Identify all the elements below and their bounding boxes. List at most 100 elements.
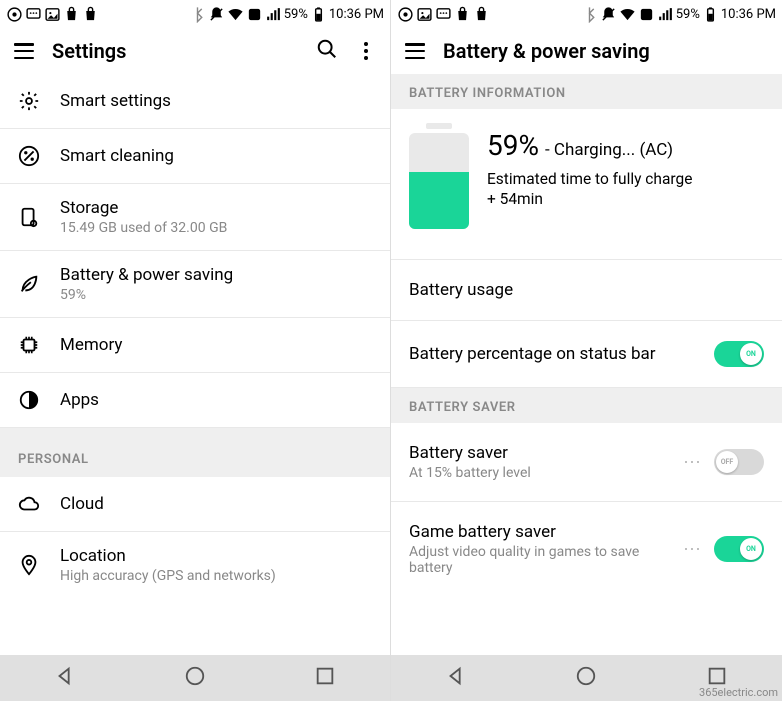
status-bar: 59% 10:36 PM — [0, 0, 390, 28]
store-icon-2 — [82, 6, 99, 23]
label: Location — [60, 546, 276, 566]
app-bar: Battery & power saving — [391, 28, 782, 74]
notification-icon — [397, 6, 414, 23]
nav-back-icon[interactable] — [54, 665, 76, 691]
hamburger-icon[interactable] — [14, 43, 34, 59]
notification-icon — [6, 6, 23, 23]
label: Memory — [60, 335, 122, 355]
row-battery-usage[interactable]: Battery usage — [391, 260, 782, 321]
time-text: 10:36 PM — [329, 7, 384, 22]
more-icon[interactable]: ⋯ — [683, 452, 702, 473]
sublabel: 59% — [60, 287, 233, 303]
page-title: Settings — [52, 39, 298, 63]
label: Smart cleaning — [60, 146, 174, 166]
status-right-icons: 59% 10:36 PM — [189, 6, 384, 23]
wifi-icon — [619, 6, 636, 23]
battery-content: BATTERY INFORMATION 59% - Charging... (A… — [391, 74, 782, 655]
label: Storage — [60, 198, 227, 218]
nav-recent-icon[interactable] — [314, 665, 336, 691]
toggle-game-battery-saver[interactable]: ON — [714, 536, 764, 562]
image-icon — [416, 6, 433, 23]
image-icon — [44, 6, 61, 23]
row-apps[interactable]: Apps — [0, 373, 390, 428]
mute-icon — [208, 6, 225, 23]
sublabel: High accuracy (GPS and networks) — [60, 568, 276, 584]
bluetooth-icon — [581, 6, 598, 23]
row-storage[interactable]: Storage 15.49 GB used of 32.00 GB — [0, 184, 390, 251]
label: Battery saver — [409, 443, 675, 463]
label: Game battery saver — [409, 522, 675, 542]
store-icon — [63, 6, 80, 23]
search-icon[interactable] — [316, 38, 338, 64]
row-pct-statusbar[interactable]: Battery percentage on status bar ON — [391, 321, 782, 388]
nav-bar — [0, 655, 390, 701]
bluetooth-icon — [189, 6, 206, 23]
row-battery-saver[interactable]: Battery saver At 15% battery level ⋯ OFF — [391, 423, 782, 502]
location-icon — [18, 554, 40, 576]
label: Apps — [60, 390, 99, 410]
estimate-line1: Estimated time to fully charge — [487, 170, 692, 188]
app-bar: Settings — [0, 28, 390, 74]
sms-icon — [25, 6, 42, 23]
row-smart-settings[interactable]: Smart settings — [0, 74, 390, 129]
status-bar: 59% 10:36 PM — [391, 0, 782, 28]
row-battery[interactable]: Battery & power saving 59% — [0, 251, 390, 318]
label: Smart settings — [60, 91, 171, 111]
row-location[interactable]: Location High accuracy (GPS and networks… — [0, 532, 390, 590]
section-battery-saver: BATTERY SAVER — [391, 388, 782, 423]
storage-icon — [18, 206, 40, 228]
label: Battery percentage on status bar — [409, 344, 706, 364]
apps-icon — [18, 389, 40, 411]
row-smart-cleaning[interactable]: Smart cleaning — [0, 129, 390, 184]
row-game-battery-saver[interactable]: Game battery saver Adjust video quality … — [391, 502, 782, 596]
battery-pct-text: 59% — [284, 7, 308, 22]
signal-icon — [265, 6, 282, 23]
status-left-icons — [397, 6, 490, 23]
nav-home-icon[interactable] — [184, 665, 206, 691]
percent-icon — [18, 145, 40, 167]
gear-icon — [18, 90, 40, 112]
page-title: Battery & power saving — [443, 39, 768, 63]
wifi-icon — [227, 6, 244, 23]
label: Battery usage — [409, 280, 756, 300]
leaf-icon — [18, 273, 40, 295]
label: Cloud — [60, 494, 104, 514]
battery-icon — [702, 6, 719, 23]
sms-icon — [435, 6, 452, 23]
toggle-battery-saver[interactable]: OFF — [714, 449, 764, 475]
toggle-knob: OFF — [716, 451, 738, 473]
row-memory[interactable]: Memory — [0, 318, 390, 373]
section-personal: PERSONAL — [0, 428, 390, 477]
data-icon — [638, 6, 655, 23]
row-cloud[interactable]: Cloud — [0, 477, 390, 532]
status-right-icons: 59% 10:36 PM — [581, 6, 776, 23]
status-left-icons — [6, 6, 99, 23]
screenshot-settings: 59% 10:36 PM Settings Smart settings Sma… — [0, 0, 391, 701]
settings-list: Smart settings Smart cleaning Storage 15… — [0, 74, 390, 655]
estimate-line2: + 54min — [487, 190, 692, 208]
hamburger-icon[interactable] — [405, 43, 425, 59]
toggle-knob: ON — [740, 538, 762, 560]
screenshot-battery: 59% 10:36 PM Battery & power saving BATT… — [391, 0, 782, 701]
battery-info-card: 59% - Charging... (AC) Estimated time to… — [391, 109, 782, 260]
section-battery-info: BATTERY INFORMATION — [391, 74, 782, 109]
chip-icon — [18, 334, 40, 356]
sublabel: Adjust video quality in games to save ba… — [409, 544, 675, 576]
data-icon — [246, 6, 263, 23]
signal-icon — [657, 6, 674, 23]
watermark: 365electric.com — [699, 686, 778, 699]
battery-pct-text: 59% — [676, 7, 700, 22]
battery-icon — [310, 6, 327, 23]
more-icon[interactable]: ⋯ — [683, 539, 702, 560]
battery-graphic — [409, 133, 469, 229]
battery-percent: 59% — [487, 129, 539, 162]
store-icon — [454, 6, 471, 23]
cloud-icon — [18, 493, 40, 515]
toggle-pct-statusbar[interactable]: ON — [714, 341, 764, 367]
sublabel: 15.49 GB used of 32.00 GB — [60, 220, 227, 236]
time-text: 10:36 PM — [721, 7, 776, 22]
overflow-icon[interactable] — [356, 42, 376, 60]
battery-state: - Charging... (AC) — [545, 140, 673, 160]
nav-home-icon[interactable] — [575, 665, 597, 691]
nav-back-icon[interactable] — [445, 665, 467, 691]
